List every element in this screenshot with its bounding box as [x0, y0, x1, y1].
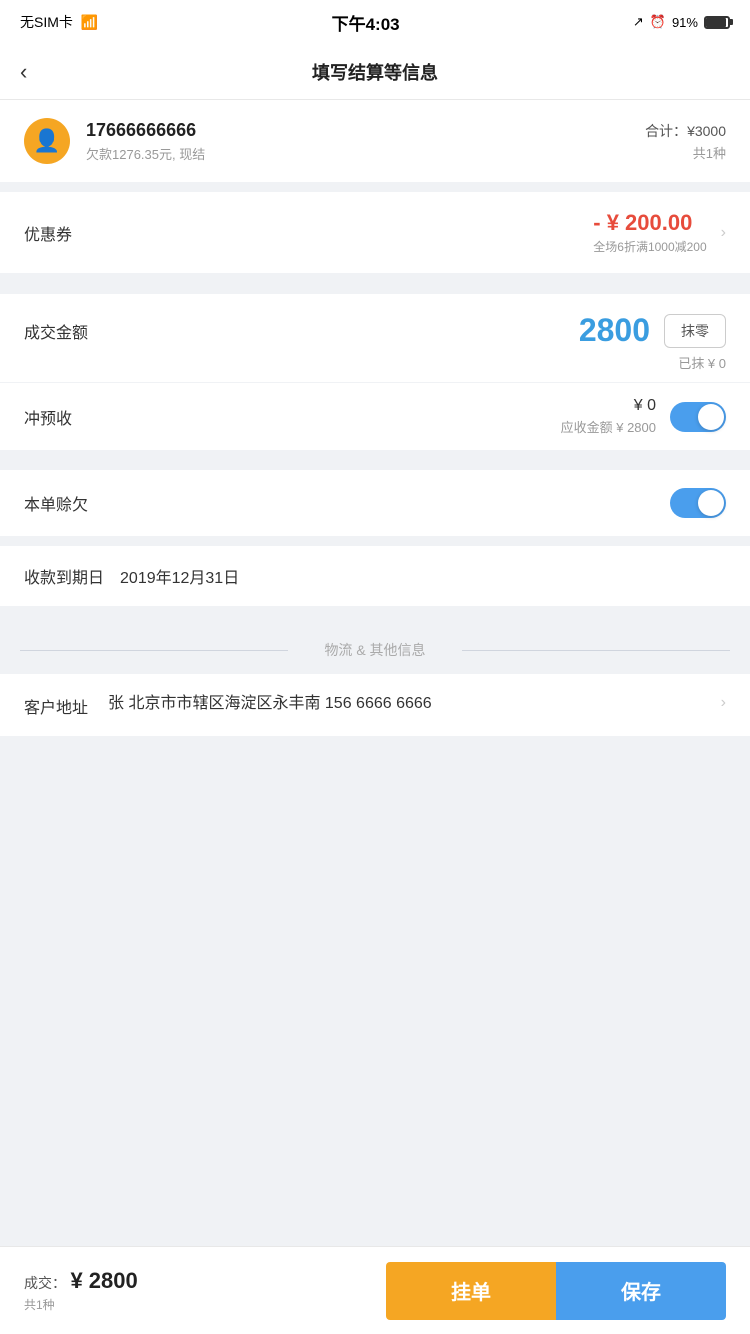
prereceive-receivable: 应收金额 ¥ 2800 — [561, 417, 656, 436]
prereceive-amount: ¥ 0 — [561, 397, 656, 415]
status-left: 无SIM卡 📶 — [20, 12, 98, 32]
avatar: 👤 — [24, 118, 70, 164]
status-right: ↗ ⏰ 91% — [633, 14, 730, 30]
coupon-label: 优惠券 — [24, 221, 72, 245]
logistics-text: 物流 & 其他信息 — [324, 640, 425, 660]
alarm-icon: ⏰ — [650, 14, 666, 30]
nav-bar: ‹ 填写结算等信息 — [0, 44, 750, 100]
logistics-line-right — [462, 650, 730, 651]
bottom-deal-label-row: 成交： ¥ 2800 — [24, 1268, 386, 1294]
debt-section: 本单赊欠 — [0, 470, 750, 536]
prereceive-toggle[interactable] — [670, 402, 726, 432]
back-button[interactable]: ‹ — [20, 51, 39, 93]
section-divider-3 — [0, 616, 750, 626]
coupon-detail: 全场6折满1000减200 — [593, 238, 706, 255]
deal-amount-row: 成交金额 2800 抹零 — [24, 312, 726, 349]
bottom-deal-amount: ¥ 2800 — [70, 1268, 137, 1293]
user-phone: 17666666666 — [86, 120, 205, 141]
location-icon: ↗ — [633, 14, 644, 30]
duedate-value: 2019年12月31日 — [120, 564, 239, 588]
user-debt: 欠款1276.35元, 现结 — [86, 144, 205, 163]
logistics-divider: 物流 & 其他信息 — [0, 626, 750, 674]
duedate-section: 收款到期日 2019年12月31日 — [0, 546, 750, 606]
carrier-text: 无SIM卡 — [20, 12, 73, 32]
content-area: 👤 17666666666 欠款1276.35元, 现结 合计：¥3000 共1… — [0, 100, 750, 1036]
address-section[interactable]: 客户地址 张 北京市市辖区海淀区永丰南 156 6666 6666 › — [0, 674, 750, 736]
user-total: 合计：¥3000 共1种 — [645, 121, 726, 162]
prereceive-right: ¥ 0 应收金额 ¥ 2800 — [561, 397, 726, 436]
debt-toggle[interactable] — [670, 488, 726, 518]
logistics-line-left — [20, 650, 288, 651]
user-card: 👤 17666666666 欠款1276.35元, 现结 合计：¥3000 共1… — [0, 100, 750, 182]
total-value: ¥3000 — [687, 123, 726, 139]
bottom-bar: 成交： ¥ 2800 共1种 挂单 保存 — [0, 1246, 750, 1334]
page-title: 填写结算等信息 — [312, 59, 438, 85]
status-time: 下午4:03 — [332, 10, 400, 35]
deal-amount-area: 2800 抹零 — [579, 312, 726, 349]
bottom-deal-count: 共1种 — [24, 1296, 386, 1313]
bottom-deal-label: 成交： — [24, 1275, 66, 1291]
toggle-knob — [698, 404, 724, 430]
duedate-label: 收款到期日 — [24, 564, 104, 588]
user-left: 👤 17666666666 欠款1276.35元, 现结 — [24, 118, 205, 164]
total-label: 合计：¥3000 — [645, 121, 726, 141]
deal-amount-value: 2800 — [579, 312, 650, 349]
prereceive-section: 冲预收 ¥ 0 应收金额 ¥ 2800 — [0, 383, 750, 450]
deal-amount-label: 成交金额 — [24, 319, 88, 343]
bottom-buttons: 挂单 保存 — [386, 1262, 726, 1320]
address-chevron-icon: › — [721, 692, 726, 712]
prereceive-amount-area: ¥ 0 应收金额 ¥ 2800 — [561, 397, 656, 436]
coupon-right: - ¥ 200.00 全场6折满1000减200 › — [593, 210, 726, 255]
gray-empty-area — [0, 736, 750, 936]
wifi-icon: 📶 — [81, 14, 98, 31]
prereceive-label: 冲预收 — [24, 405, 72, 429]
user-info: 17666666666 欠款1276.35元, 现结 — [86, 120, 205, 163]
section-divider-1 — [0, 274, 750, 284]
coupon-amount: - ¥ 200.00 — [593, 210, 706, 236]
debt-label: 本单赊欠 — [24, 491, 88, 515]
status-bar: 无SIM卡 📶 下午4:03 ↗ ⏰ 91% — [0, 0, 750, 44]
round-button[interactable]: 抹零 — [664, 314, 726, 348]
battery-icon — [704, 16, 730, 29]
address-value: 张 北京市市辖区海淀区永丰南 156 6666 6666 — [108, 692, 711, 716]
coupon-row[interactable]: 优惠券 - ¥ 200.00 全场6折满1000减200 › — [0, 192, 750, 274]
deal-sub-text: 已抹 ¥ 0 — [24, 353, 726, 372]
save-button[interactable]: 保存 — [556, 1262, 726, 1320]
avatar-icon: 👤 — [33, 128, 60, 154]
hang-button[interactable]: 挂单 — [386, 1262, 556, 1320]
chevron-right-icon: › — [721, 224, 726, 242]
debt-toggle-knob — [698, 490, 724, 516]
total-count: 共1种 — [645, 143, 726, 162]
deal-amount-section: 成交金额 2800 抹零 已抹 ¥ 0 — [0, 294, 750, 382]
battery-text: 91% — [672, 15, 698, 30]
bottom-deal-info: 成交： ¥ 2800 共1种 — [24, 1268, 386, 1313]
section-divider-2 — [0, 460, 750, 470]
address-label: 客户地址 — [24, 692, 88, 718]
